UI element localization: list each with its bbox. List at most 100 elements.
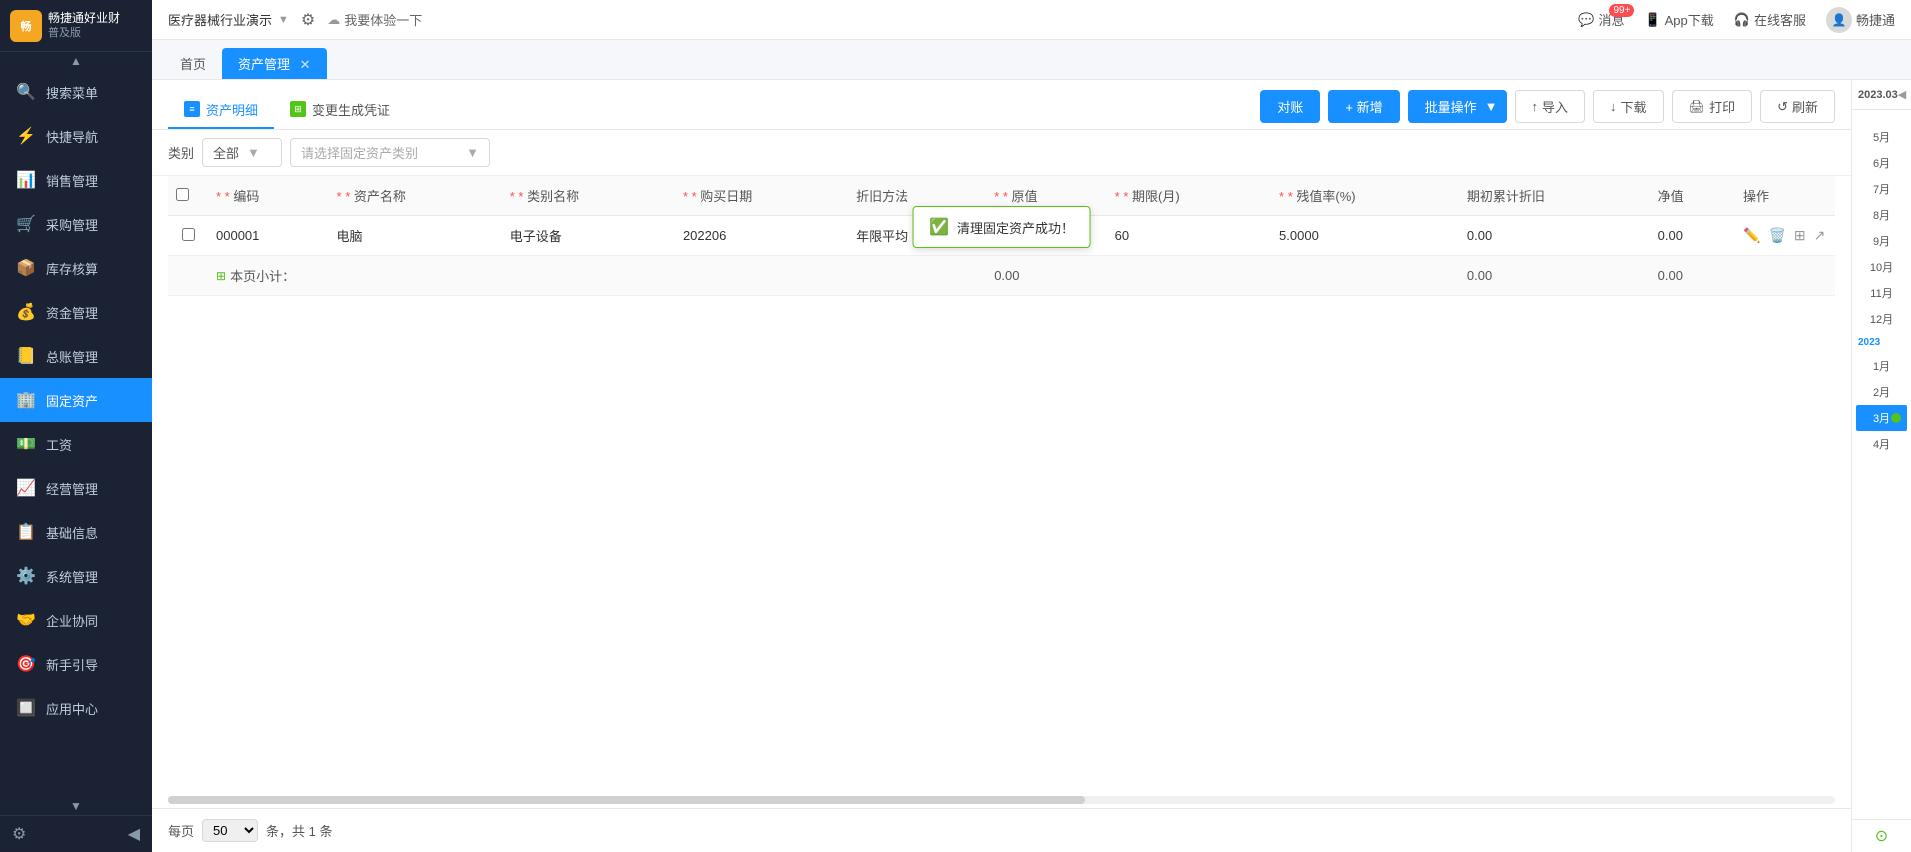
timeline-dot: [1891, 413, 1901, 423]
sidebar-item-search[interactable]: 🔍 搜索菜单: [0, 70, 152, 114]
timeline-month-10[interactable]: 10月: [1852, 254, 1911, 280]
messages-button[interactable]: 💬 消息 99+: [1578, 10, 1624, 29]
toast-check-icon: ✅: [929, 217, 949, 237]
th-period: * 期限(月): [1107, 176, 1271, 216]
timeline-year-2023-label: 2023: [1852, 332, 1911, 353]
subtabs: ≡ 资产明细 ⊞ 变更生成凭证 对账 + 新增 批量操作 ▼ ↑: [152, 80, 1851, 130]
sales-icon: 📊: [16, 170, 36, 190]
subtotal-row: ⊞ 本页小计： 0.00 0.00: [168, 256, 1835, 296]
message-icon: 💬: [1578, 12, 1594, 28]
th-checkbox: [168, 176, 208, 216]
cell-code: 000001: [208, 216, 329, 256]
basicinfo-icon: 📋: [16, 522, 36, 542]
copy-icon[interactable]: ⊞: [1794, 227, 1806, 244]
filter-category-select[interactable]: 全部 ▼: [202, 138, 282, 167]
sidebar-bottom: ⚙ ◀: [0, 815, 152, 852]
total-count: 条，共 1 条: [266, 821, 332, 840]
timeline-down-icon[interactable]: ⊙: [1875, 826, 1888, 846]
sidebar-item-appstore[interactable]: 🔲 应用中心: [0, 686, 152, 730]
cell-net-value: 0.00: [1650, 216, 1735, 256]
refresh-button[interactable]: ↺ 刷新: [1760, 90, 1835, 123]
company-selector[interactable]: 医疗器械行业演示 ▼: [168, 10, 289, 29]
th-operations: 操作: [1735, 176, 1835, 216]
sidebar-item-funds[interactable]: 💰 资金管理: [0, 290, 152, 334]
reconcile-button[interactable]: 对账: [1260, 90, 1320, 123]
headset-icon: 🎧: [1734, 12, 1750, 28]
add-button[interactable]: + 新增: [1328, 90, 1399, 123]
horizontal-scrollbar[interactable]: [168, 796, 1835, 804]
tab-close-icon[interactable]: ✕: [300, 57, 311, 72]
timeline-month-8[interactable]: 8月: [1852, 202, 1911, 228]
more-icon[interactable]: ↗: [1814, 227, 1826, 244]
timeline-2023-month-2[interactable]: 2月: [1852, 379, 1911, 405]
print-button[interactable]: 🖨 打印: [1672, 90, 1753, 123]
avatar-icon: 👤: [1832, 13, 1847, 27]
sidebar-item-basicinfo[interactable]: 📋 基础信息: [0, 510, 152, 554]
sidebar-item-assets[interactable]: 🏢 固定资产: [0, 378, 152, 422]
timeline-month-6[interactable]: 6月: [1852, 150, 1911, 176]
sidebar-scroll-up[interactable]: ▲: [0, 52, 152, 70]
sidebar-logo: 畅 畅捷通好业财 普及版: [0, 0, 152, 52]
main-content: ≡ 资产明细 ⊞ 变更生成凭证 对账 + 新增 批量操作 ▼ ↑: [152, 80, 1851, 852]
sidebar-item-operations[interactable]: 📈 经营管理: [0, 466, 152, 510]
sidebar-item-purchase[interactable]: 🛒 采购管理: [0, 202, 152, 246]
export-button[interactable]: ↑ 导入: [1515, 90, 1586, 123]
per-page-select[interactable]: 50 20 100 200: [202, 819, 258, 842]
sidebar-item-ledger[interactable]: 📒 总账管理: [0, 334, 152, 378]
timeline-month-12[interactable]: 12月: [1852, 306, 1911, 332]
asset-list-tab-icon: ≡: [184, 101, 200, 117]
sidebar-item-guide[interactable]: 🎯 新手引导: [0, 642, 152, 686]
settings-bottom-icon[interactable]: ⚙: [12, 824, 26, 844]
system-icon: ⚙️: [16, 566, 36, 586]
sidebar-item-payroll[interactable]: 💵 工资: [0, 422, 152, 466]
app-download-button[interactable]: 📱 App下载: [1644, 10, 1713, 29]
sidebar-item-sales[interactable]: 📊 销售管理: [0, 158, 152, 202]
timeline-month-7[interactable]: 7月: [1852, 176, 1911, 202]
sidebar-item-inventory[interactable]: 📦 库存核算: [0, 246, 152, 290]
subtab-voucher[interactable]: ⊞ 变更生成凭证: [274, 92, 406, 129]
th-residual-rate: * 残值率(%): [1271, 176, 1459, 216]
subtotal-label-cell: ⊞ 本页小计：: [208, 256, 986, 296]
select-all-checkbox[interactable]: [176, 188, 189, 201]
scroll-thumb: [168, 796, 1085, 804]
user-menu[interactable]: 👤 畅捷通: [1826, 7, 1895, 33]
sidebar-item-collab[interactable]: 🤝 企业协同: [0, 598, 152, 642]
table-wrapper: * 编码 * 资产名称 * 类别名称 * 购买日期 折旧方法 * 原值 * 期限…: [152, 176, 1851, 796]
funds-icon: 💰: [16, 302, 36, 322]
sidebar-scroll-down[interactable]: ▼: [0, 797, 152, 815]
batch-button[interactable]: 批量操作 ▼: [1408, 90, 1507, 123]
payroll-icon: 💵: [16, 434, 36, 454]
timeline-collapse-icon[interactable]: ◀: [1898, 88, 1906, 101]
th-initial-depreciation: 期初累计折旧: [1459, 176, 1650, 216]
messages-badge: 99+: [1609, 4, 1634, 17]
download-button[interactable]: ↓ 下载: [1593, 90, 1664, 123]
delete-icon[interactable]: 🗑️: [1768, 227, 1785, 244]
timeline-2023-month-4[interactable]: 4月: [1852, 431, 1911, 457]
edit-icon[interactable]: ✏️: [1743, 227, 1760, 244]
timeline-month-11[interactable]: 11月: [1852, 280, 1911, 306]
quicknav-icon: ⚡: [16, 126, 36, 146]
collab-icon: 🤝: [16, 610, 36, 630]
timeline-2023-month-3[interactable]: 3月: [1856, 405, 1907, 431]
company-dropdown-icon: ▼: [278, 14, 289, 26]
row-checkbox[interactable]: [182, 228, 195, 241]
timeline-2023-month-1[interactable]: 1月: [1852, 353, 1911, 379]
filter-category-input[interactable]: 请选择固定资产类别 ▼: [290, 138, 490, 167]
topbar-settings-icon[interactable]: ⚙: [301, 10, 315, 30]
subtab-asset-list[interactable]: ≡ 资产明细: [168, 92, 274, 129]
online-service-button[interactable]: 🎧 在线客服: [1734, 10, 1806, 29]
mobile-icon: 📱: [1644, 12, 1660, 28]
tab-home[interactable]: 首页: [168, 48, 218, 79]
sidebar-item-quicknav[interactable]: ⚡ 快捷导航: [0, 114, 152, 158]
assets-icon: 🏢: [16, 390, 36, 410]
timeline-month-5[interactable]: 5月: [1852, 124, 1911, 150]
experience-button[interactable]: ☁ 我要体验一下: [327, 10, 422, 29]
collapse-sidebar-icon[interactable]: ◀: [128, 824, 140, 844]
tab-assets-mgmt[interactable]: 资产管理 ✕: [222, 48, 327, 79]
subtotal-net-value: 0.00: [1650, 256, 1735, 296]
timeline-month-9[interactable]: 9月: [1852, 228, 1911, 254]
filter-category-label: 类别: [168, 143, 194, 162]
subtotal-original-value: 0.00: [986, 256, 1106, 296]
sidebar-item-system[interactable]: ⚙️ 系统管理: [0, 554, 152, 598]
subtotal-initial-depreciation: 0.00: [1459, 256, 1650, 296]
